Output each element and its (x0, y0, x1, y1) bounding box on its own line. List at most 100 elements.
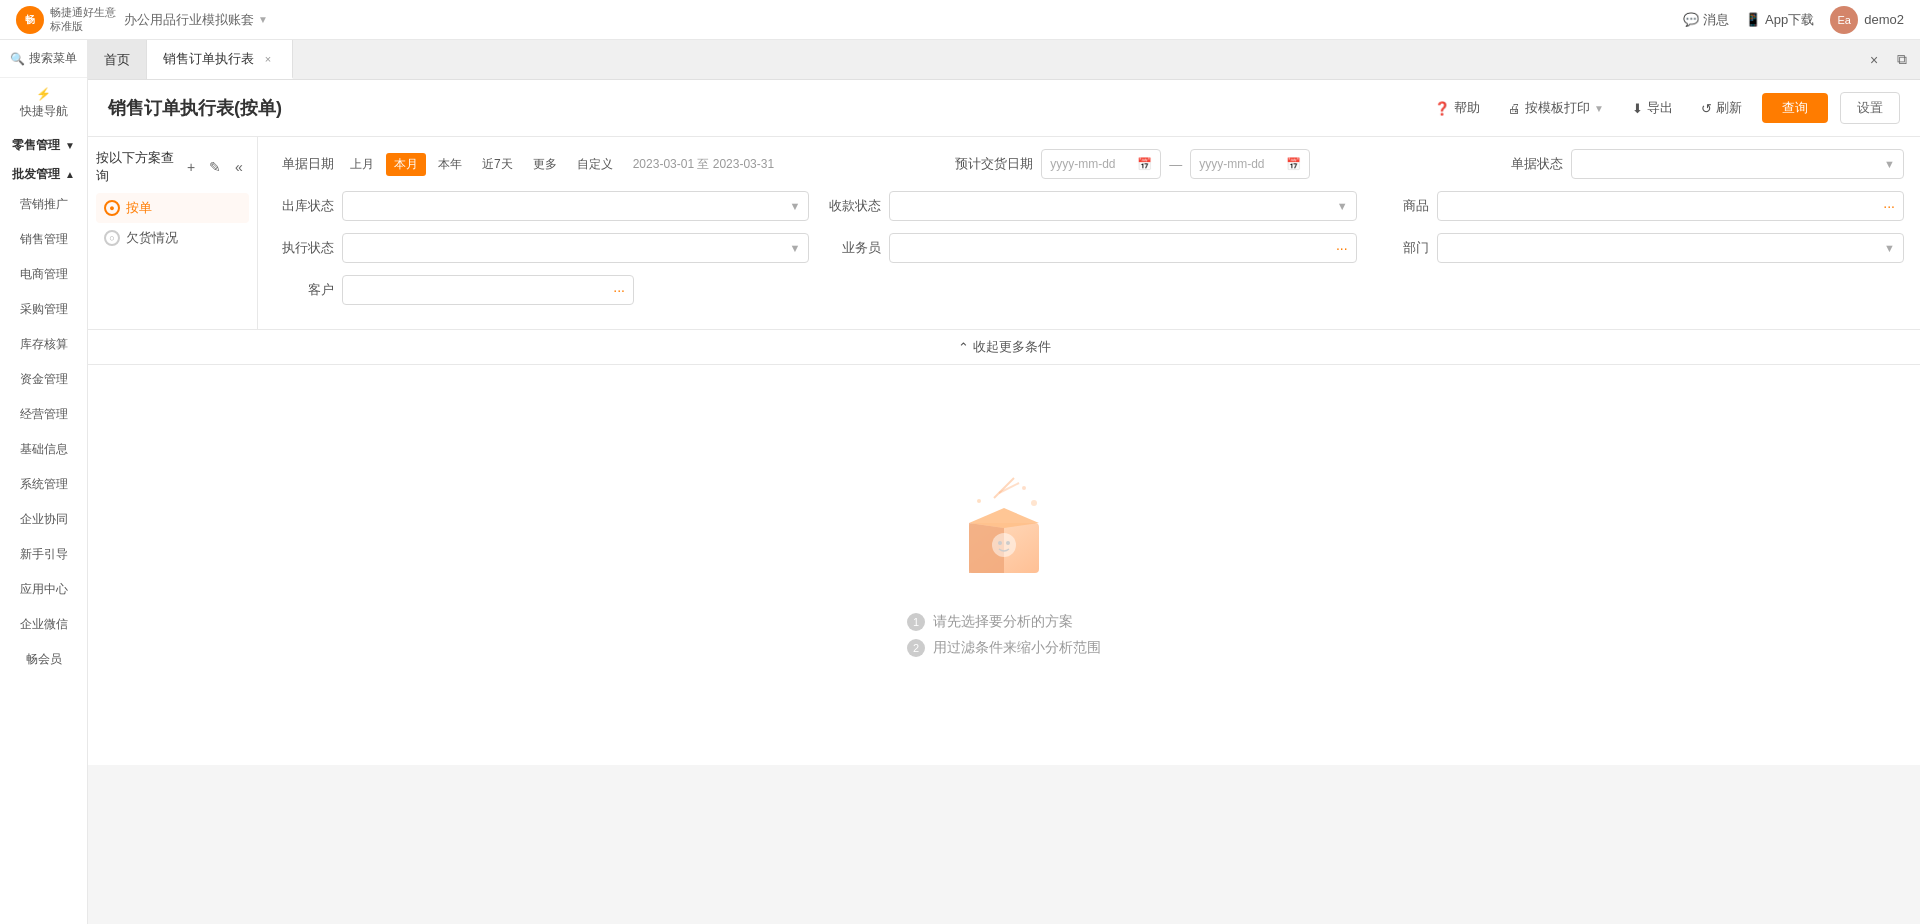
svg-point-5 (1031, 500, 1037, 506)
sidebar-item-purchase[interactable]: 采购管理 (0, 292, 87, 327)
date-range-text: 2023-03-01 至 2023-03-31 (633, 156, 774, 173)
salesperson-label: 业务员 (821, 239, 881, 257)
sidebar-item-wholesale[interactable]: 批发管理 ▲ (0, 158, 87, 187)
date-tab-7-days[interactable]: 近7天 (474, 153, 521, 176)
export-btn[interactable]: ⬇ 导出 (1624, 95, 1681, 121)
status-select[interactable]: ▼ (1571, 149, 1905, 179)
tab-home[interactable]: 首页 (88, 40, 147, 79)
goods-label: 商品 (1369, 197, 1429, 215)
tab-bar: 首页 销售订单执行表 × × ⧉ (88, 40, 1920, 80)
help-icon: ❓ (1434, 101, 1450, 116)
sidebar-item-ecommerce[interactable]: 电商管理 (0, 257, 87, 292)
template-print-btn[interactable]: 🖨 按模板打印 ▼ (1500, 95, 1612, 121)
exec-filter-group: 执行状态 ▼ (274, 233, 809, 263)
expand-btn[interactable]: ⧉ (1892, 50, 1912, 70)
delivery-dropdown-icon: ▼ (789, 200, 800, 212)
sidebar-item-marketing[interactable]: 营销推广 (0, 187, 87, 222)
date-separator: — (1169, 157, 1182, 172)
header-left: 畅 畅捷通好生意 标准版 办公用品行业模拟账套 ▼ (16, 6, 268, 34)
sidebar-item-member[interactable]: 畅会员 (0, 642, 87, 677)
collapse-left-btn[interactable]: « (229, 157, 249, 177)
sidebar-item-sales[interactable]: 销售管理 (0, 222, 87, 257)
goods-select[interactable]: ··· (1437, 191, 1904, 221)
sidebar-item-inventory[interactable]: 库存核算 (0, 327, 87, 362)
app-download-btn[interactable]: 📱 App下载 (1745, 11, 1814, 29)
sidebar-item-enterprise[interactable]: 企业协同 (0, 502, 87, 537)
delivery-filter-group: 出库状态 ▼ (274, 191, 809, 221)
payment-select[interactable]: ▼ (889, 191, 1356, 221)
sidebar-item-operations[interactable]: 经营管理 (0, 397, 87, 432)
delivery-select[interactable]: ▼ (342, 191, 809, 221)
date-tab-this-year[interactable]: 本年 (430, 153, 470, 176)
date-tab-last-month[interactable]: 上月 (342, 153, 382, 176)
logo-area: 畅 畅捷通好生意 标准版 (16, 6, 116, 34)
svg-point-10 (1006, 541, 1010, 545)
dept-select[interactable]: ▼ (1437, 233, 1904, 263)
search-panel: 按以下方案查询 + ✎ « ● 按单 ○ 欠货情况 (88, 137, 1920, 330)
main-layout: 🔍 搜索菜单 ⚡ 快捷导航 零售管理 ▼ 批发管理 ▲ 营销推广 销售管理 电商… (0, 40, 1920, 924)
salesperson-more-icon: ··· (1336, 240, 1348, 256)
close-tab-btn[interactable]: × (1864, 50, 1884, 70)
sidebar-item-search[interactable]: 🔍 搜索菜单 (0, 40, 87, 78)
date-filter-group: 单据日期 上月 本月 本年 近7天 更多 自定义 2023-03-01 至 20… (274, 153, 943, 176)
query-btn[interactable]: 查询 (1762, 93, 1828, 123)
svg-point-8 (992, 533, 1016, 557)
help-btn[interactable]: ❓ 帮助 (1426, 95, 1488, 121)
tab-sales-exec[interactable]: 销售订单执行表 × (147, 40, 293, 79)
salesperson-filter-group: 业务员 ··· (821, 233, 1356, 263)
nav-title: 办公用品行业模拟账套 (124, 11, 254, 29)
sidebar-item-app-center[interactable]: 应用中心 (0, 572, 87, 607)
customer-more-icon: ··· (613, 282, 625, 298)
empty-state: 1 请先选择要分析的方案 2 用过滤条件来缩小分析范围 (88, 365, 1920, 765)
calendar-icon: 📅 (1137, 157, 1152, 171)
settings-btn[interactable]: 设置 (1840, 92, 1900, 124)
dept-dropdown-icon: ▼ (1884, 242, 1895, 254)
sidebar-item-wechat[interactable]: 企业微信 (0, 607, 87, 642)
logo-icon: 畅 (16, 6, 44, 34)
payment-label: 收款状态 (821, 197, 881, 215)
edit-scheme-btn[interactable]: ✎ (205, 157, 225, 177)
collapse-bar[interactable]: ⌃ 收起更多条件 (88, 330, 1920, 365)
page-actions: ❓ 帮助 🖨 按模板打印 ▼ ⬇ 导出 ↺ 刷新 (1426, 92, 1900, 124)
date-start-input[interactable]: yyyy-mm-dd 📅 (1041, 149, 1161, 179)
empty-tip-1: 1 请先选择要分析的方案 (907, 613, 1101, 631)
page-title: 销售订单执行表(按单) (108, 96, 282, 120)
refresh-icon: ↺ (1701, 101, 1712, 116)
sidebar-item-quick-nav[interactable]: ⚡ 快捷导航 (0, 78, 87, 129)
sales-exec-tab-label: 销售订单执行表 (163, 50, 254, 68)
refresh-btn[interactable]: ↺ 刷新 (1693, 95, 1750, 121)
sidebar-item-guide[interactable]: 新手引导 (0, 537, 87, 572)
exec-dropdown-icon: ▼ (789, 242, 800, 254)
tab-close-btn[interactable]: × (260, 51, 276, 67)
logo-text: 畅捷通好生意 标准版 (50, 6, 116, 32)
scheme-item-active[interactable]: ● 按单 (96, 193, 249, 223)
home-tab-label: 首页 (104, 51, 130, 69)
date-end-input[interactable]: yyyy-mm-dd 📅 (1190, 149, 1310, 179)
date-tab-this-month[interactable]: 本月 (386, 153, 426, 176)
sidebar-item-system[interactable]: 系统管理 (0, 467, 87, 502)
phone-icon: 📱 (1745, 12, 1761, 27)
nav-title-area[interactable]: 办公用品行业模拟账套 ▼ (124, 11, 268, 29)
message-btn[interactable]: 💬 消息 (1683, 11, 1729, 29)
exec-select[interactable]: ▼ (342, 233, 809, 263)
date-tab-custom[interactable]: 自定义 (569, 153, 621, 176)
sidebar-item-finance[interactable]: 资金管理 (0, 362, 87, 397)
svg-line-4 (999, 483, 1019, 493)
empty-illustration (944, 473, 1064, 593)
date-label: 单据日期 (274, 155, 334, 173)
filter-row-2: 出库状态 ▼ 收款状态 ▼ (274, 191, 1904, 221)
add-scheme-btn[interactable]: + (181, 157, 201, 177)
scheme-inactive-icon: ○ (104, 230, 120, 246)
chevron-down-icon: ▼ (65, 140, 75, 151)
status-dropdown-icon: ▼ (1884, 158, 1895, 170)
dept-label: 部门 (1369, 239, 1429, 257)
chevron-up-icon: ▲ (65, 169, 75, 180)
sidebar-item-basic[interactable]: 基础信息 (0, 432, 87, 467)
filter-row-3: 执行状态 ▼ 业务员 ··· (274, 233, 1904, 263)
customer-select[interactable]: ··· (342, 275, 634, 305)
date-tab-more[interactable]: 更多 (525, 153, 565, 176)
scheme-item-debt[interactable]: ○ 欠货情况 (96, 223, 249, 253)
sidebar-item-retail[interactable]: 零售管理 ▼ (0, 129, 87, 158)
salesperson-select[interactable]: ··· (889, 233, 1356, 263)
user-area[interactable]: Ea demo2 (1830, 6, 1904, 34)
